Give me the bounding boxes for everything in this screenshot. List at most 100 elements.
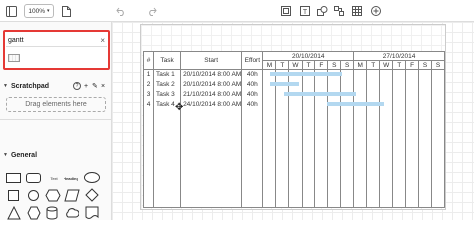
general-shapes: Text Heading [0, 168, 111, 220]
day-cell [418, 69, 432, 80]
search-input[interactable]: gantt [8, 37, 24, 44]
empty-cell [142, 109, 155, 208]
empty-cell [275, 109, 290, 208]
column-header-start[interactable]: Start [180, 51, 243, 70]
day-header[interactable]: M [262, 60, 277, 70]
process-shape[interactable] [45, 189, 61, 202]
gantt-task-bar[interactable] [270, 72, 342, 76]
insert-table-icon[interactable] [351, 4, 363, 18]
week-header[interactable]: 27/10/2014 [353, 51, 445, 61]
task-task-cell[interactable]: Task 3 [153, 89, 182, 100]
day-cell [314, 99, 329, 110]
clear-search-icon[interactable]: × [100, 36, 105, 45]
day-header[interactable]: W [379, 60, 394, 70]
day-header[interactable]: S [418, 60, 432, 70]
heading-shape[interactable]: Heading [64, 174, 78, 182]
gantt-result-thumbnail[interactable] [8, 54, 20, 62]
day-header[interactable]: S [327, 60, 342, 70]
task-num-cell[interactable]: 1 [142, 69, 155, 80]
task-effort-cell[interactable]: 40h [241, 99, 264, 110]
close-icon[interactable]: × [101, 83, 105, 90]
scratchpad-header[interactable]: ▼ Scratchpad ? + ✎ × [0, 80, 111, 92]
gantt-task-bar[interactable] [327, 102, 385, 106]
day-header[interactable]: F [314, 60, 329, 70]
toolbar: 100% ▾ T [0, 0, 474, 22]
triangle-shape[interactable] [7, 206, 21, 220]
diagram-canvas[interactable]: # Task Start Effort 20/10/2014 27/10/2014 M T W T… [112, 22, 474, 220]
task-effort-cell[interactable]: 40h [241, 69, 264, 80]
scratchpad-drop-zone[interactable]: Drag elements here [6, 97, 106, 112]
week-header[interactable]: 20/10/2014 [262, 51, 355, 61]
empty-cell [405, 109, 420, 208]
rounded-rectangle-shape[interactable] [26, 173, 41, 183]
day-cell [327, 79, 342, 90]
add-icon[interactable]: + [84, 83, 88, 90]
task-start-cell[interactable]: 21/10/2014 8:00 AM [180, 89, 243, 100]
square-shape[interactable] [8, 190, 19, 201]
collapse-triangle-icon: ▼ [3, 152, 8, 158]
zoom-dropdown[interactable]: 100% ▾ [24, 4, 54, 18]
cylinder-shape[interactable] [46, 206, 58, 220]
day-cell [379, 69, 394, 80]
gantt-task-bar[interactable] [284, 92, 356, 96]
gantt-task-row[interactable]: 4 Task 4 24/10/2014 8:00 AM 40h [142, 99, 445, 110]
general-header[interactable]: ▼ General [0, 149, 111, 161]
task-start-cell[interactable]: 24/10/2014 8:00 AM [180, 99, 243, 110]
day-header[interactable]: W [288, 60, 303, 70]
day-header[interactable]: F [405, 60, 420, 70]
document-shape[interactable] [85, 206, 99, 220]
day-header[interactable]: S [340, 60, 355, 70]
redo-icon[interactable] [146, 4, 158, 18]
cloud-shape[interactable] [65, 206, 79, 220]
column-header-task[interactable]: Task [153, 51, 182, 70]
rectangle-shape[interactable] [6, 173, 21, 183]
day-cell [340, 69, 355, 80]
text-shape[interactable]: Text [47, 174, 61, 182]
day-header[interactable]: T [366, 60, 381, 70]
empty-cell [288, 109, 303, 208]
day-cell [262, 89, 277, 100]
diamond-shape[interactable] [85, 188, 99, 202]
day-cell [353, 69, 368, 80]
task-effort-cell[interactable]: 40h [241, 79, 264, 90]
day-header[interactable]: S [431, 60, 445, 70]
task-effort-cell[interactable]: 40h [241, 89, 264, 100]
hexagon-shape[interactable] [27, 206, 41, 220]
task-task-cell[interactable]: Task 1 [153, 69, 182, 80]
help-icon[interactable]: ? [73, 82, 81, 90]
day-header[interactable]: T [392, 60, 407, 70]
task-task-cell[interactable]: Task 2 [153, 79, 182, 90]
connector-icon[interactable] [333, 4, 345, 18]
gantt-task-bar[interactable] [270, 82, 299, 86]
day-cell [392, 79, 407, 90]
page-format-icon[interactable] [60, 4, 72, 18]
sidebar-toggle-icon[interactable] [4, 4, 18, 18]
empty-cell [153, 109, 182, 208]
task-num-cell[interactable]: 4 [142, 99, 155, 110]
task-start-cell[interactable]: 20/10/2014 8:00 AM [180, 79, 243, 90]
diagram-page: # Task Start Effort 20/10/2014 27/10/2014 M T W T… [140, 24, 446, 210]
add-icon[interactable] [370, 4, 382, 18]
day-cell [379, 79, 394, 90]
task-num-cell[interactable]: 2 [142, 79, 155, 90]
text-icon[interactable]: T [299, 4, 311, 18]
day-header[interactable]: T [275, 60, 290, 70]
format-panel-icon[interactable] [280, 4, 292, 18]
edit-icon[interactable]: ✎ [92, 82, 98, 90]
day-cell [418, 99, 432, 110]
task-num-cell[interactable]: 3 [142, 89, 155, 100]
shape-icon[interactable] [316, 4, 328, 18]
task-start-cell[interactable]: 20/10/2014 8:00 AM [180, 69, 243, 80]
undo-icon[interactable] [115, 4, 127, 18]
parallelogram-shape[interactable] [64, 189, 80, 202]
gantt-header-row: # Task Start Effort 20/10/2014 27/10/2014 [142, 51, 445, 70]
empty-cell [431, 109, 445, 208]
circle-shape[interactable] [28, 190, 39, 201]
day-cell [392, 99, 407, 110]
day-header[interactable]: T [301, 60, 316, 70]
column-header-num[interactable]: # [142, 51, 155, 70]
ellipse-shape[interactable] [84, 172, 100, 183]
column-header-effort[interactable]: Effort [241, 51, 264, 70]
day-header[interactable]: M [353, 60, 368, 70]
move-cursor-icon: ✥ [175, 102, 184, 113]
